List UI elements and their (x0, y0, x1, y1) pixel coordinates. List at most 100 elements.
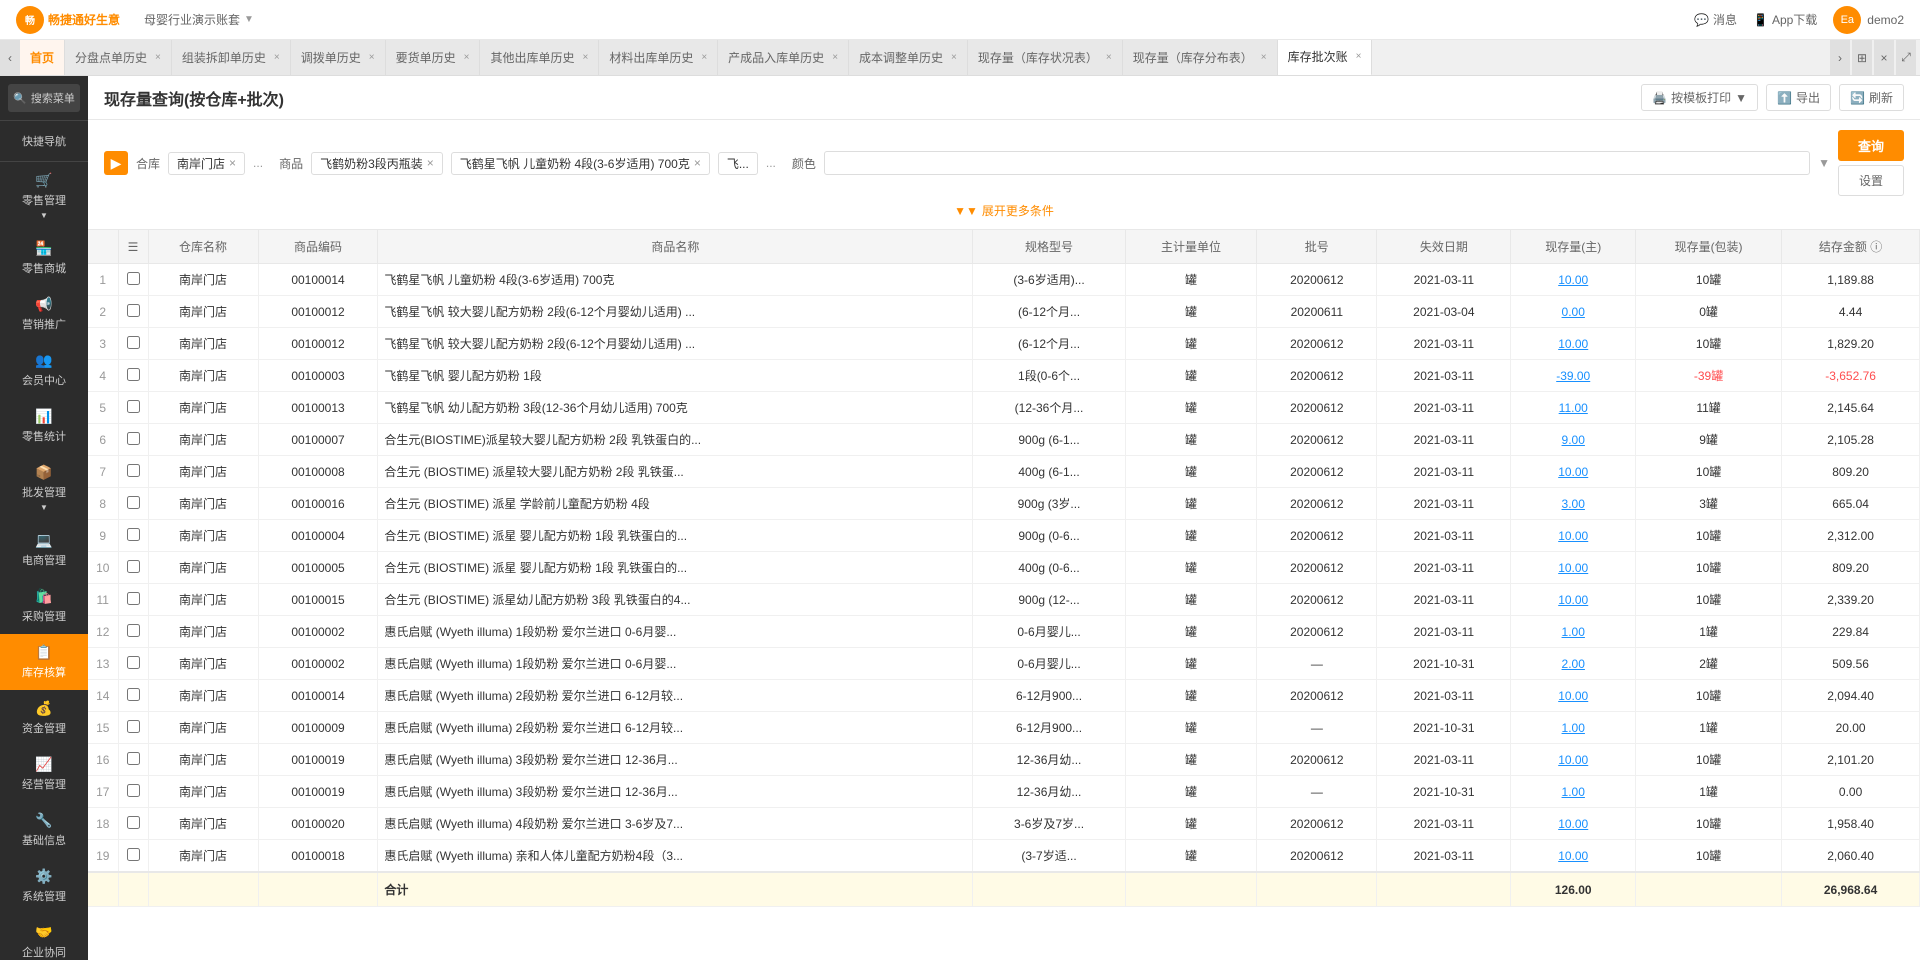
sidebar-item-system[interactable]: ⚙️ 系统管理 (0, 858, 88, 914)
sidebar-item-member[interactable]: 👥 会员中心 (0, 342, 88, 398)
tab-close-qita[interactable]: × (582, 52, 588, 63)
row-checkbox[interactable] (127, 816, 140, 829)
sidebar-item-finance[interactable]: 💰 资金管理 (0, 690, 88, 746)
cell-checkbox[interactable] (118, 584, 148, 616)
tab-close-tiaopi[interactable]: × (369, 52, 375, 63)
tab-close-all-btn[interactable]: × (1874, 40, 1894, 76)
sidebar-item-basic[interactable]: 🔧 基础信息 (0, 802, 88, 858)
tab-close-chanpin[interactable]: × (832, 52, 838, 63)
quick-nav-btn[interactable]: 快捷导航 (0, 125, 88, 157)
cell-checkbox[interactable] (118, 360, 148, 392)
cell-stock-main[interactable]: 10.00 (1511, 680, 1636, 712)
cell-stock-main[interactable]: 10.00 (1511, 520, 1636, 552)
product-tag1[interactable]: 飞鹤奶粉3段丙瓶装 × (311, 152, 443, 175)
cell-stock-main[interactable]: 2.00 (1511, 648, 1636, 680)
cell-checkbox[interactable] (118, 488, 148, 520)
sidebar-item-operation[interactable]: 📈 经营管理 (0, 746, 88, 802)
row-checkbox[interactable] (127, 592, 140, 605)
cell-stock-main[interactable]: 10.00 (1511, 456, 1636, 488)
tab-xianzai-fenbu[interactable]: 现存量（库存分布表）× (1123, 40, 1278, 76)
tab-xianzai-status[interactable]: 现存量（库存状况表）× (968, 40, 1123, 76)
cell-stock-main[interactable]: 10.00 (1511, 808, 1636, 840)
sidebar-item-wholesale[interactable]: 📦 批发管理 ▼ (0, 454, 88, 522)
cell-checkbox[interactable] (118, 520, 148, 552)
cell-stock-main[interactable]: 1.00 (1511, 776, 1636, 808)
cell-checkbox[interactable] (118, 808, 148, 840)
cell-checkbox[interactable] (118, 296, 148, 328)
row-checkbox[interactable] (127, 688, 140, 701)
product-dots[interactable]: ... (766, 156, 776, 170)
cell-checkbox[interactable] (118, 712, 148, 744)
warehouse-dots[interactable]: ... (253, 156, 263, 170)
cell-stock-main[interactable]: 10.00 (1511, 264, 1636, 296)
tab-current[interactable]: 库存批次账 × (1278, 40, 1373, 76)
cell-stock-main[interactable]: 1.00 (1511, 616, 1636, 648)
tab-expand-btn[interactable]: ⤢ (1896, 40, 1916, 76)
tab-yaohuo[interactable]: 要货单历史 × (386, 40, 481, 76)
tab-tiaopi[interactable]: 调拨单历史 × (291, 40, 386, 76)
cell-stock-main[interactable]: 1.00 (1511, 712, 1636, 744)
row-checkbox[interactable] (127, 752, 140, 765)
tab-prev-btn[interactable]: ‹ (0, 40, 20, 76)
row-checkbox[interactable] (127, 656, 140, 669)
cell-stock-main[interactable]: 3.00 (1511, 488, 1636, 520)
sidebar-item-inventory[interactable]: 📋 库存核算 (0, 634, 88, 690)
tab-close-chengben[interactable]: × (951, 52, 957, 63)
tab-chanpin[interactable]: 产成品入库单历史 × (718, 40, 849, 76)
row-checkbox[interactable] (127, 720, 140, 733)
cell-checkbox[interactable] (118, 616, 148, 648)
sidebar-item-enterprise[interactable]: 🤝 企业协同 (0, 914, 88, 960)
cell-stock-main[interactable]: 10.00 (1511, 552, 1636, 584)
row-checkbox[interactable] (127, 304, 140, 317)
query-btn[interactable]: 查询 (1838, 130, 1904, 161)
tab-next-btn[interactable]: › (1830, 40, 1850, 76)
row-checkbox[interactable] (127, 272, 140, 285)
sidebar-item-retail-mgmt[interactable]: 🛒 零售管理 ▼ (0, 162, 88, 230)
sidebar-item-purchase[interactable]: 🛍️ 采购管理 (0, 578, 88, 634)
tab-home[interactable]: 首页 (20, 40, 65, 76)
row-checkbox[interactable] (127, 432, 140, 445)
message-btn[interactable]: 💬 消息 (1694, 11, 1737, 28)
sidebar-item-retail-mall[interactable]: 🏪 零售商城 (0, 230, 88, 286)
tab-qita[interactable]: 其他出库单历史 × (480, 40, 599, 76)
col-checkbox[interactable]: ☰ (118, 230, 148, 264)
warehouse-tag[interactable]: 南岸门店 × (168, 152, 245, 175)
row-checkbox[interactable] (127, 336, 140, 349)
company-selector[interactable]: 母婴行业演示账套 ▼ (128, 11, 254, 28)
tab-zuhe[interactable]: 组装拆卸单历史 × (172, 40, 291, 76)
row-checkbox[interactable] (127, 848, 140, 861)
row-checkbox[interactable] (127, 496, 140, 509)
tab-close-xianzai-status[interactable]: × (1106, 52, 1112, 63)
tab-chengben[interactable]: 成本调整单历史 × (849, 40, 968, 76)
product-tag1-close[interactable]: × (427, 156, 434, 170)
cell-checkbox[interactable] (118, 552, 148, 584)
filter-expand-btn[interactable]: ▼▼ 展开更多条件 (954, 202, 1054, 219)
cell-checkbox[interactable] (118, 392, 148, 424)
cell-stock-main[interactable]: -39.00 (1511, 360, 1636, 392)
print-btn[interactable]: 🖨️ 按模板打印 ▼ (1641, 84, 1758, 111)
cell-stock-main[interactable]: 10.00 (1511, 840, 1636, 873)
cell-stock-main[interactable]: 10.00 (1511, 328, 1636, 360)
cell-checkbox[interactable] (118, 328, 148, 360)
tab-close-cailiao[interactable]: × (701, 52, 707, 63)
row-checkbox[interactable] (127, 528, 140, 541)
product-tag2-close[interactable]: × (694, 156, 701, 170)
cell-checkbox[interactable] (118, 744, 148, 776)
user-area[interactable]: Ea demo2 (1833, 6, 1904, 34)
sidebar-search-btn[interactable]: 🔍 搜索菜单 (8, 84, 80, 112)
tab-fenbi[interactable]: 分盘点单历史 × (65, 40, 172, 76)
tab-close-fenbi[interactable]: × (155, 52, 161, 63)
cell-checkbox[interactable] (118, 840, 148, 873)
cell-stock-main[interactable]: 10.00 (1511, 584, 1636, 616)
cell-checkbox[interactable] (118, 648, 148, 680)
row-checkbox[interactable] (127, 624, 140, 637)
tab-more-btn[interactable]: ⊞ (1852, 40, 1872, 76)
settings-btn[interactable]: 设置 (1838, 165, 1904, 196)
tab-cailiao[interactable]: 材料出库单历史 × (599, 40, 718, 76)
cell-checkbox[interactable] (118, 776, 148, 808)
tab-close-xianzai-fenbu[interactable]: × (1261, 52, 1267, 63)
row-checkbox[interactable] (127, 464, 140, 477)
cell-checkbox[interactable] (118, 424, 148, 456)
row-checkbox[interactable] (127, 784, 140, 797)
cell-checkbox[interactable] (118, 456, 148, 488)
